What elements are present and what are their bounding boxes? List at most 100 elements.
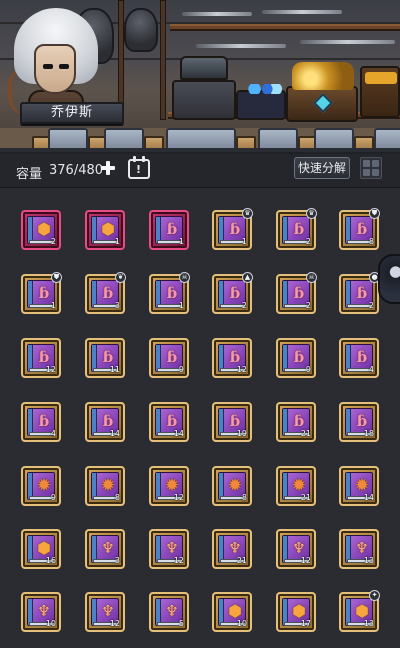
item-count: 5 [178,619,184,628]
inventory-slot[interactable]: ɓ 2 ▲ [212,272,253,314]
sword-decoration [262,10,342,14]
side-chest [360,66,400,118]
inventory-slot[interactable]: ⬢ 13 ✦ [339,590,380,632]
item-count: 2 [50,237,56,246]
inventory-slot[interactable]: ɓ 1 ♛ [212,208,253,250]
inventory-slot[interactable]: ✹ 12 [149,466,189,506]
item-count: 3 [114,556,120,565]
inventory-slot[interactable]: ✹ 8 [212,466,252,506]
item-count: 8 [114,493,120,502]
grid-view-icon[interactable] [360,157,382,179]
inventory-slot[interactable]: ⬢ 10 [212,592,252,632]
item-count: 1 [178,237,184,246]
hook-rune-icon: ɓ [356,412,368,430]
inventory-slot[interactable]: ɓ 1 ☠ [149,272,190,314]
inventory-slot[interactable]: ɓ9 [149,338,189,378]
inventory-slot[interactable]: ⬢ 1 [85,210,125,250]
inventory-slot[interactable]: ɓ4 [21,402,61,442]
inventory-slot[interactable]: ɓ 12 [212,338,252,378]
inventory-slot[interactable]: ɓ 18 [339,402,379,442]
calendar-ring [142,156,145,162]
inventory-slot[interactable]: ɓ9 [276,338,316,378]
inventory-slot[interactable]: ɓ 8 ⛊ [339,208,380,250]
inventory-slot[interactable]: ɓ1 [149,210,189,250]
grid-cell [363,160,370,167]
inventory-slot[interactable]: ♆ 21 [212,529,252,569]
inventory-grid: ⬢ 2 ⬢ 1 ɓ 1 ɓ 1 ♛ ɓ 2 ♛ ɓ 8 ⛊ ɓ 1 ⛊ ɓ 3 ❦ ɓ 1 ☠ ɓ 2 ▲ ɓ 2 ☠ ɓ 2 ● ɓ 12 ɓ 11 ɓ… [0,188,400,648]
inventory-slot[interactable]: ɓ 1 ⛊ [21,272,62,314]
calendar-icon[interactable]: ! [128,156,150,179]
item-count: 9 [178,365,184,374]
inventory-slot[interactable]: ɓ 14 [149,402,189,442]
hex-rune-icon: ⬢ [292,602,306,620]
inventory-slot[interactable]: ɓ4 [339,338,379,378]
item-count: 11 [109,365,120,374]
inventory-slot[interactable]: ♆ 13 [339,529,379,569]
item-count: 13 [363,556,374,565]
inventory-slot[interactable]: ♆ 12 [85,592,125,632]
pin-rune-icon: ♆ [101,539,115,557]
inventory-slot[interactable]: ♆ 3 [85,529,125,569]
inventory-slot[interactable]: ɓ 21 [276,402,316,442]
rack-post [160,0,166,120]
inventory-slot[interactable]: ✹ 8 [85,466,125,506]
inventory-slot[interactable]: ɓ 3 ❦ [85,272,126,314]
hook-rune-icon: ɓ [293,412,305,430]
gold-chest [286,62,358,122]
item-count: 17 [300,619,311,628]
hook-rune-icon: ɓ [38,284,50,302]
item-count: 2 [368,301,374,310]
skull-badge-icon: ☠ [179,272,190,283]
hook-rune-icon: ɓ [229,284,241,302]
gear-rune-icon: ✹ [165,476,179,494]
item-count: 10 [45,619,56,628]
inventory-slot[interactable]: ✹ 9 [21,466,61,506]
item-count: 14 [363,493,374,502]
inventory-slot[interactable]: ♆ 12 [276,529,316,569]
item-count: 14 [109,429,120,438]
inventory-slot[interactable]: ♆ 10 [21,592,61,632]
grid-cell [372,160,379,167]
inventory-slot[interactable]: ⬢ 16 [21,529,61,569]
hook-rune-icon: ɓ [166,412,178,430]
inventory-slot[interactable]: ✹ 21 [276,466,316,506]
plus-icon[interactable] [99,159,117,177]
star-badge-icon: ✦ [369,590,380,601]
qq-avatar-icon[interactable] [378,254,400,304]
quick-decompose-button[interactable]: 快速分解 [294,157,350,179]
calendar-ring [133,156,136,162]
hex-rune-icon: ⬢ [228,602,242,620]
shield-badge-icon: ⛊ [51,272,62,283]
inventory-slot[interactable]: ⬢ 2 [21,210,61,250]
treasure-chest [172,56,236,120]
inventory-slot[interactable]: ♆ 12 [149,529,189,569]
item-count: 21 [300,493,311,502]
hook-rune-icon: ɓ [102,412,114,430]
hook-rune-icon: ɓ [166,220,178,238]
hook-rune-icon: ɓ [229,348,241,366]
item-count: 10 [236,619,247,628]
inventory-slot[interactable]: ɓ 2 ☠ [276,272,317,314]
inventory-slot[interactable]: ɓ 12 [21,338,61,378]
inventory-slot[interactable]: ɓ 14 [85,402,125,442]
inventory-slot[interactable]: ⬢ 17 [276,592,316,632]
inventory-slot[interactable]: ✹ 14 [339,466,379,506]
item-count: 12 [109,619,120,628]
gear-rune-icon: ✹ [101,476,115,494]
hook-rune-icon: ɓ [38,348,50,366]
inventory-slot[interactable]: ɓ 2 ● [339,272,380,314]
item-count: 1 [241,237,247,246]
gear-rune-icon: ✹ [228,476,242,494]
inventory-slot[interactable]: ♆ 5 [149,592,189,632]
gem-chest [236,84,286,120]
hook-rune-icon: ɓ [166,348,178,366]
item-count: 9 [305,365,311,374]
inventory-slot[interactable]: ɓ 2 ♛ [276,208,317,250]
chest-lid [180,56,228,80]
hook-rune-icon: ɓ [102,348,114,366]
pin-rune-icon: ♆ [292,539,306,557]
hook-rune-icon: ɓ [38,412,50,430]
inventory-slot[interactable]: ɓ 19 [212,402,252,442]
inventory-slot[interactable]: ɓ 11 [85,338,125,378]
spike-badge-icon: ▲ [242,272,253,283]
